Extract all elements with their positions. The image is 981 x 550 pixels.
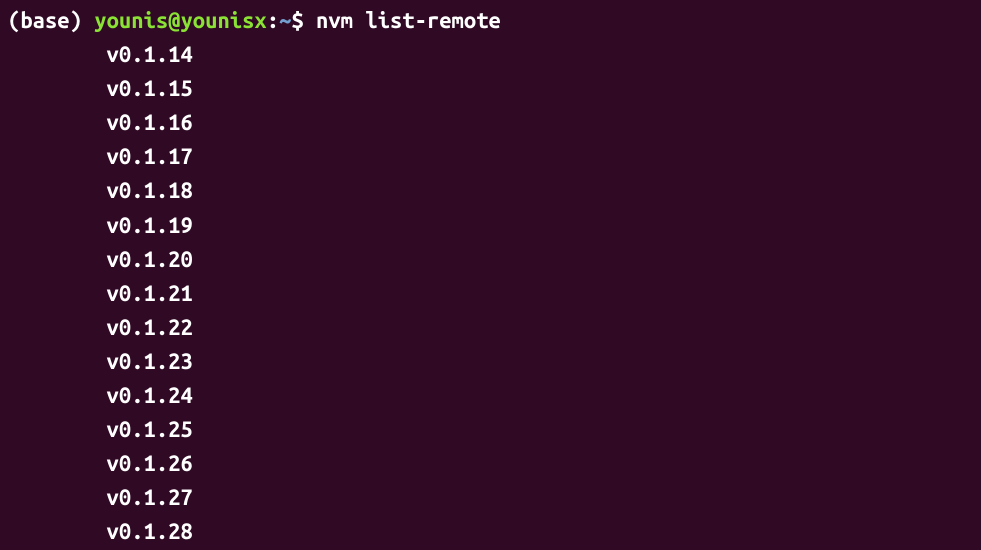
version-line: v0.1.17: [8, 140, 973, 174]
version-line: v0.1.25: [8, 413, 973, 447]
version-line: v0.1.24: [8, 379, 973, 413]
version-line: v0.1.15: [8, 72, 973, 106]
version-line: v0.1.19: [8, 209, 973, 243]
version-line: v0.1.20: [8, 243, 973, 277]
prompt-colon: :: [267, 8, 279, 33]
version-line: v0.1.23: [8, 345, 973, 379]
version-line: v0.1.26: [8, 447, 973, 481]
terminal-prompt-line[interactable]: (base) younis@younisx:~$ nvm list-remote: [8, 4, 973, 38]
terminal-output: v0.1.14 v0.1.15 v0.1.16 v0.1.17 v0.1.18 …: [8, 38, 973, 549]
prompt-user-host: younis@younisx: [94, 8, 266, 33]
version-line: v0.1.27: [8, 481, 973, 515]
command-input: nvm list-remote: [316, 8, 501, 33]
prompt-path: ~: [279, 8, 291, 33]
version-line: v0.1.18: [8, 174, 973, 208]
prompt-dollar: $: [291, 8, 316, 33]
version-line: v0.1.16: [8, 106, 973, 140]
prompt-env: (base): [8, 8, 94, 33]
version-line: v0.1.14: [8, 38, 973, 72]
version-line: v0.1.21: [8, 277, 973, 311]
version-line: v0.1.22: [8, 311, 973, 345]
version-line: v0.1.28: [8, 515, 973, 549]
